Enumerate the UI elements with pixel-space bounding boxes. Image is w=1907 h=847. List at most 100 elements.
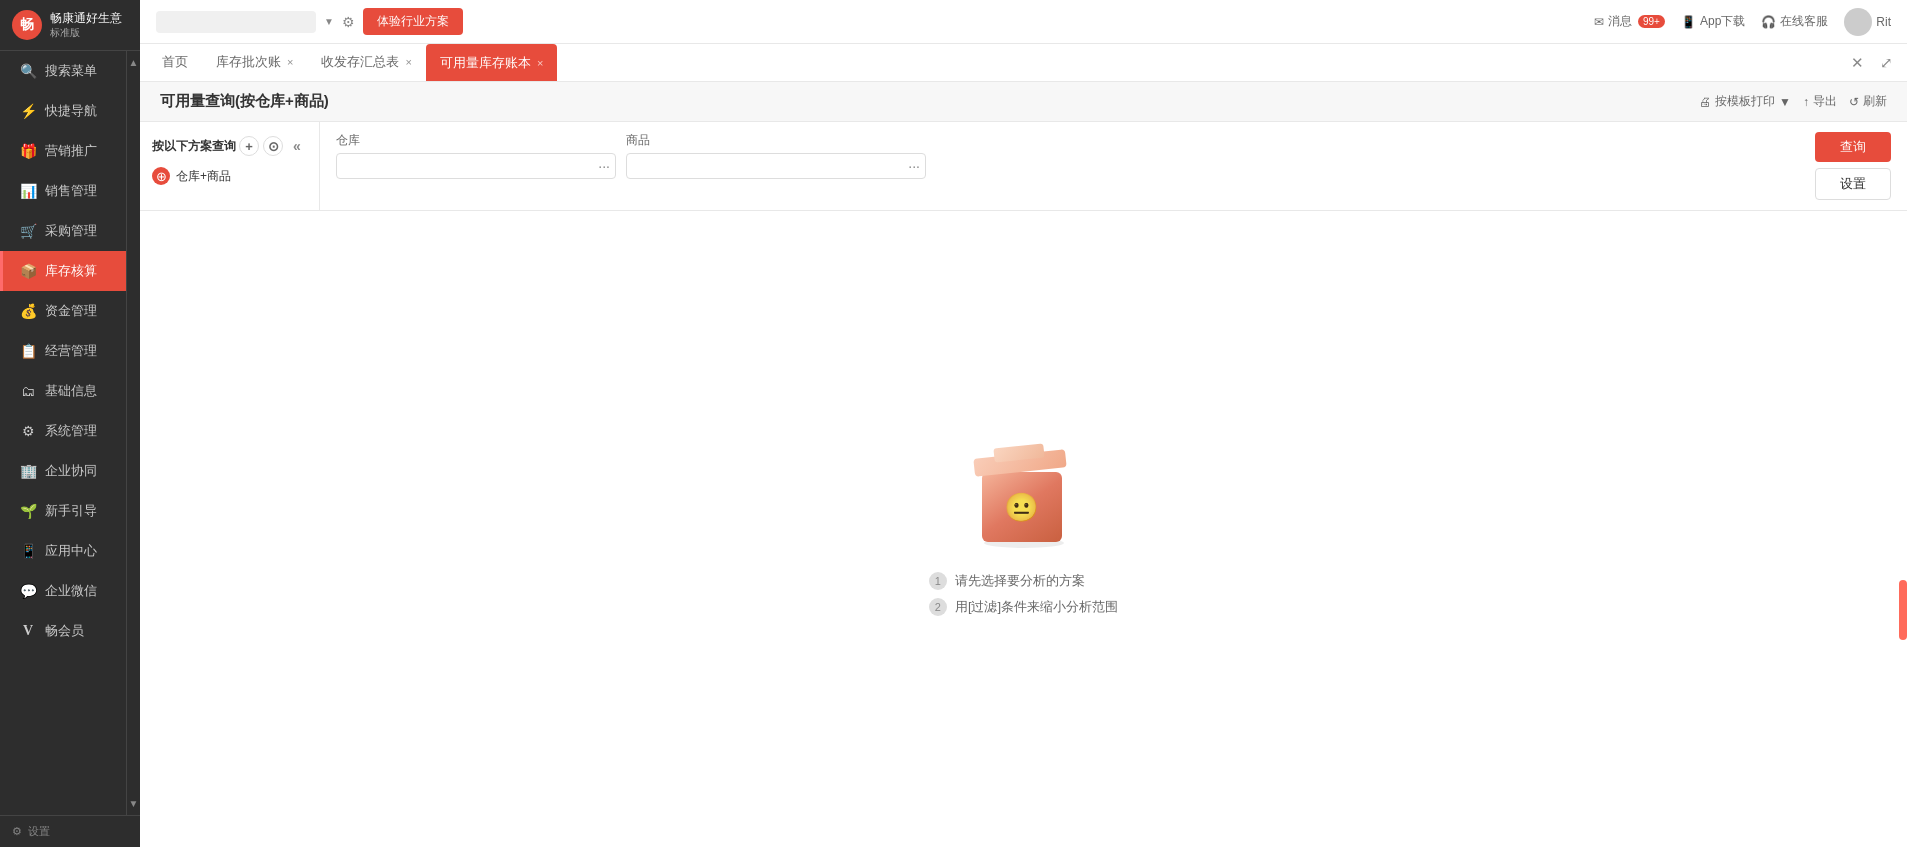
query-button[interactable]: 查询 — [1815, 132, 1891, 162]
clipboard-icon: 📋 — [19, 343, 37, 359]
gift-icon: 🎁 — [19, 143, 37, 159]
phone-icon: 📱 — [19, 543, 37, 559]
sidebar-nav: 🔍 搜索菜单 ⚡ 快捷导航 🎁 营销推广 📊 销售管理 🛒 采购管理 📦 — [0, 51, 126, 815]
lightning-icon: ⚡ — [19, 103, 37, 119]
goods-more-icon[interactable]: ··· — [908, 158, 920, 174]
online-service-item[interactable]: 🎧 在线客服 — [1761, 13, 1828, 30]
hint-item-1: 1 请先选择要分析的方案 — [929, 572, 1118, 590]
user-profile[interactable]: Rit — [1844, 8, 1891, 36]
search-icon: 🔍 — [19, 63, 37, 79]
cart-icon: 🛒 — [19, 223, 37, 239]
sidebar-item-finance[interactable]: 💰 资金管理 — [0, 291, 126, 331]
app-download-item[interactable]: 📱 App下载 — [1681, 13, 1745, 30]
tab-batch-ledger[interactable]: 库存批次账 × — [202, 44, 307, 81]
sidebar-item-inventory[interactable]: 📦 库存核算 — [0, 251, 126, 291]
scheme-item-warehouse-goods[interactable]: ⊕ 仓库+商品 — [140, 160, 319, 192]
right-scrollbar[interactable] — [1899, 580, 1907, 640]
sidebar-header: 畅 畅康通好生意 标准版 — [0, 0, 140, 51]
hint-num-2: 2 — [929, 598, 947, 616]
sidebar-scroll-up[interactable]: ▲ — [127, 51, 140, 74]
print-dropdown-icon[interactable]: ▼ — [1779, 95, 1791, 109]
sidebar-item-shortcut[interactable]: ⚡ 快捷导航 — [0, 91, 126, 131]
sidebar-brand: 畅康通好生意 标准版 — [50, 11, 122, 40]
scheme-setting-button[interactable]: ⊙ — [263, 136, 283, 156]
box-icon: 📦 — [19, 263, 37, 279]
chart-icon: 📊 — [19, 183, 37, 199]
print-icon: 🖨 — [1699, 95, 1711, 109]
sidebar: 畅 畅康通好生意 标准版 🔍 搜索菜单 ⚡ 快捷导航 🎁 营销推广 📊 销售管理 — [0, 0, 140, 847]
topbar-right: ✉ 消息 99+ 📱 App下载 🎧 在线客服 Rit — [1594, 8, 1891, 36]
scheme-collapse-button[interactable]: « — [287, 136, 307, 156]
sidebar-item-sales[interactable]: 📊 销售管理 — [0, 171, 126, 211]
goods-input-wrapper: ··· — [626, 153, 926, 179]
hint-num-1: 1 — [929, 572, 947, 590]
refresh-button[interactable]: ↺ 刷新 — [1849, 93, 1887, 110]
tab-close-icon[interactable]: × — [287, 56, 293, 68]
export-button[interactable]: ↑ 导出 — [1803, 93, 1837, 110]
tab-available-qty[interactable]: 可用量库存账本 × — [426, 44, 557, 81]
sidebar-item-enterprise[interactable]: 🏢 企业协同 — [0, 451, 126, 491]
export-icon: ↑ — [1803, 95, 1809, 109]
sidebar-item-wechat[interactable]: 💬 企业微信 — [0, 571, 126, 611]
message-item[interactable]: ✉ 消息 99+ — [1594, 13, 1665, 30]
sidebar-item-marketing[interactable]: 🎁 营销推广 — [0, 131, 126, 171]
print-template-button[interactable]: 🖨 按模板打印 ▼ — [1699, 93, 1791, 110]
setting-button[interactable]: 设置 — [1815, 168, 1891, 200]
dropdown-arrow-icon[interactable]: ▼ — [324, 16, 334, 27]
tab-home[interactable]: 首页 — [148, 44, 202, 81]
scheme-item-icon: ⊕ — [152, 167, 170, 185]
warehouse-label: 仓库 — [336, 132, 616, 149]
tab-receipts-summary[interactable]: 收发存汇总表 × — [307, 44, 425, 81]
avatar — [1844, 8, 1872, 36]
empty-illustration: 😐 — [964, 442, 1084, 552]
goods-label: 商品 — [626, 132, 926, 149]
sidebar-item-system[interactable]: ⚙ 系统管理 — [0, 411, 126, 451]
sidebar-item-basic-info[interactable]: 🗂 基础信息 — [0, 371, 126, 411]
folder-icon: 🗂 — [19, 383, 37, 399]
page-title: 可用量查询(按仓库+商品) — [160, 92, 329, 111]
industry-solution-button[interactable]: 体验行业方案 — [363, 8, 463, 35]
sidebar-logo: 畅 — [12, 10, 42, 40]
wechat-icon: 💬 — [19, 583, 37, 599]
sidebar-scroll-down[interactable]: ▼ — [127, 792, 140, 815]
warehouse-more-icon[interactable]: ··· — [598, 158, 610, 174]
empty-state: 😐 1 请先选择要分析的方案 2 用[过滤]条件来缩小分析范围 — [140, 211, 1907, 847]
sidebar-item-newbie[interactable]: 🌱 新手引导 — [0, 491, 126, 531]
query-panel: 按以下方案查询 + ⊙ « ⊕ 仓库+商品 — [140, 122, 1907, 211]
topbar-left: ▼ ⚙ 体验行业方案 — [156, 8, 463, 35]
warehouse-input-wrapper: ··· — [336, 153, 616, 179]
scheme-sidebar: 按以下方案查询 + ⊙ « ⊕ 仓库+商品 — [140, 122, 320, 210]
sidebar-item-purchase[interactable]: 🛒 采购管理 — [0, 211, 126, 251]
window-expand-button[interactable]: ⤢ — [1874, 50, 1899, 76]
scheme-icons: + ⊙ « — [239, 136, 307, 156]
settings-circle-icon: ⊙ — [268, 139, 279, 154]
sidebar-item-membership[interactable]: V 畅会员 — [0, 611, 126, 651]
window-close-button[interactable]: ✕ — [1845, 50, 1870, 76]
headset-icon: 🎧 — [1761, 15, 1776, 29]
sidebar-item-search[interactable]: 🔍 搜索菜单 — [0, 51, 126, 91]
sidebar-item-app-center[interactable]: 📱 应用中心 — [0, 531, 126, 571]
settings-icon: ⚙ — [12, 825, 22, 838]
empty-hints: 1 请先选择要分析的方案 2 用[过滤]条件来缩小分析范围 — [929, 572, 1118, 616]
topbar-gear-icon[interactable]: ⚙ — [342, 14, 355, 30]
page-header: 可用量查询(按仓库+商品) 🖨 按模板打印 ▼ ↑ 导出 ↺ 刷新 — [140, 82, 1907, 122]
page-actions: 🖨 按模板打印 ▼ ↑ 导出 ↺ 刷新 — [1699, 93, 1887, 110]
tabs-bar: 首页 库存批次账 × 收发存汇总表 × 可用量库存账本 × ✕ ⤢ — [140, 44, 1907, 82]
money-icon: 💰 — [19, 303, 37, 319]
topbar-search-input[interactable] — [156, 11, 316, 33]
tabs-actions: ✕ ⤢ — [1845, 50, 1907, 76]
warehouse-filter-group: 仓库 ··· — [336, 132, 616, 179]
query-action-area: 查询 设置 — [1799, 122, 1907, 210]
sidebar-footer: ⚙ 设置 — [0, 815, 140, 847]
goods-input[interactable] — [626, 153, 926, 179]
message-icon: ✉ — [1594, 15, 1604, 29]
main-content: ▼ ⚙ 体验行业方案 ✉ 消息 99+ 📱 App下载 🎧 在线客服 Rit — [140, 0, 1907, 847]
warehouse-input[interactable] — [336, 153, 616, 179]
tab-active-close-icon[interactable]: × — [537, 57, 543, 69]
sidebar-item-operations[interactable]: 📋 经营管理 — [0, 331, 126, 371]
refresh-icon: ↺ — [1849, 95, 1859, 109]
tab-close-icon[interactable]: × — [405, 56, 411, 68]
scheme-add-button[interactable]: + — [239, 136, 259, 156]
message-badge: 99+ — [1638, 15, 1665, 28]
goods-filter-group: 商品 ··· — [626, 132, 926, 179]
